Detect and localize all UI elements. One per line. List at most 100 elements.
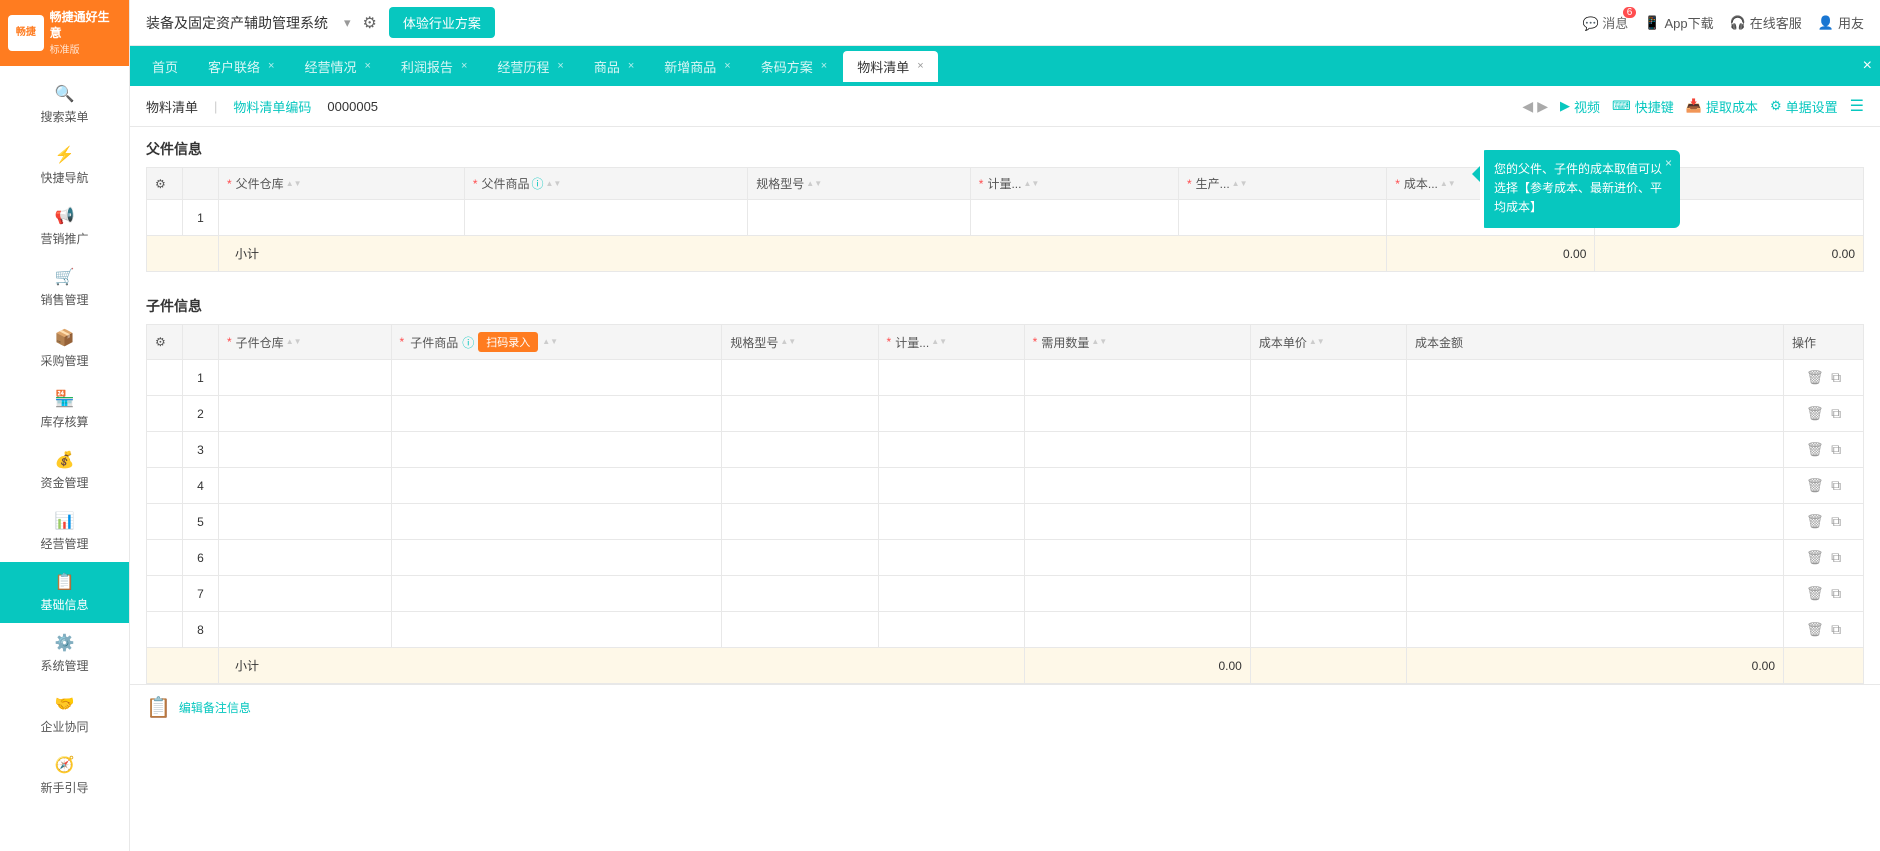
sidebar-item-label: 搜索菜单 xyxy=(40,108,88,125)
tab-customer[interactable]: 客户联络 × xyxy=(194,51,288,82)
tab-operations[interactable]: 经营情况 × xyxy=(290,51,384,82)
child-cell-warehouse-1[interactable] xyxy=(219,360,392,396)
tooltip-text: 您的父件、子件的成本取值可以选择【参考成本、最新进价、平均成本】 xyxy=(1494,162,1662,214)
sidebar-item-label: 系统管理 xyxy=(40,657,88,674)
child-col-action: 操作 xyxy=(1784,325,1864,360)
sidebar-item-guide[interactable]: 🧭 新手引导 xyxy=(0,745,129,806)
parent-cell-spec-1[interactable] xyxy=(748,200,971,236)
tab-new-product[interactable]: 新增商品 × xyxy=(650,51,744,82)
view-mode-icon[interactable]: ☰ xyxy=(1850,96,1864,116)
tab-barcode[interactable]: 条码方案 × xyxy=(747,51,841,82)
parent-cell-production-1[interactable] xyxy=(1178,200,1386,236)
delete-row-3-button[interactable]: 🗑 xyxy=(1806,441,1824,457)
close-all-tabs-button[interactable]: × xyxy=(1863,57,1872,75)
bottom-bar: 📋 编辑备注信息 xyxy=(130,684,1880,730)
child-col-warehouse: *子件仓库▲▼ xyxy=(219,325,392,360)
child-cell-unit-cost-1[interactable] xyxy=(1250,360,1406,396)
sidebar-item-operations[interactable]: 📊 经营管理 xyxy=(0,501,129,562)
online-service-button[interactable]: 🎧 在线客服 xyxy=(1730,13,1802,32)
sidebar-item-marketing[interactable]: 📢 营销推广 xyxy=(0,196,129,257)
shortcut-button[interactable]: ⌨ 快捷键 xyxy=(1612,97,1674,116)
extract-cost-button[interactable]: 📥 提取成本 xyxy=(1686,97,1758,116)
copy-row-1-button[interactable]: ⧉ xyxy=(1831,369,1841,385)
prev-record-button[interactable]: ◀ xyxy=(1522,98,1533,115)
child-col-spec: 规格型号▲▼ xyxy=(722,325,878,360)
settings-icon[interactable]: ⚙ xyxy=(363,13,377,33)
child-cell-unit-1[interactable] xyxy=(878,360,1024,396)
copy-row-2-button[interactable]: ⧉ xyxy=(1831,405,1841,421)
copy-row-8-button[interactable]: ⧉ xyxy=(1831,621,1841,637)
sidebar-item-basic-info[interactable]: 📋 基础信息 xyxy=(0,562,129,623)
breadcrumb-bom-list[interactable]: 物料清单 xyxy=(146,97,198,116)
next-record-button[interactable]: ▶ xyxy=(1537,98,1548,115)
sidebar-brand: 畅捷通好生意 xyxy=(50,10,121,41)
main-area: 装备及固定资产辅助管理系统 ▾ ⚙ 体验行业方案 💬 6 消息 📱 App下载 … xyxy=(130,0,1880,851)
app-download-button[interactable]: 📱 App下载 xyxy=(1644,13,1713,32)
sidebar-item-search[interactable]: 🔍 搜索菜单 xyxy=(0,74,129,135)
sidebar-item-quick-nav[interactable]: ⚡ 快捷导航 xyxy=(0,135,129,196)
delete-row-4-button[interactable]: 🗑 xyxy=(1806,477,1824,493)
tab-close-history[interactable]: × xyxy=(557,60,563,72)
system-title: 装备及固定资产辅助管理系统 xyxy=(146,13,328,33)
tab-history[interactable]: 经营历程 × xyxy=(483,51,577,82)
tab-close-customer[interactable]: × xyxy=(268,60,274,72)
sidebar-item-collab[interactable]: 🤝 企业协同 xyxy=(0,684,129,745)
child-cell-product-1[interactable] xyxy=(391,360,722,396)
delete-row-8-button[interactable]: 🗑 xyxy=(1806,621,1824,637)
child-cell-spec-1[interactable] xyxy=(722,360,878,396)
single-settings-button[interactable]: ⚙ 单据设置 xyxy=(1770,97,1838,116)
child-col-settings[interactable]: ⚙ xyxy=(147,325,183,360)
tab-home[interactable]: 首页 xyxy=(138,51,192,82)
sidebar-item-system[interactable]: ⚙️ 系统管理 xyxy=(0,623,129,684)
tab-profit[interactable]: 利润报告 × xyxy=(387,51,481,82)
sidebar-item-label: 快捷导航 xyxy=(40,169,88,186)
tab-bar: 首页 客户联络 × 经营情况 × 利润报告 × 经营历程 × 商品 × 新增商品… xyxy=(130,46,1880,86)
tab-close-profit[interactable]: × xyxy=(461,60,467,72)
sidebar-item-purchase[interactable]: 📦 采购管理 xyxy=(0,318,129,379)
delete-row-6-button[interactable]: 🗑 xyxy=(1806,549,1824,565)
delete-row-7-button[interactable]: 🗑 xyxy=(1806,585,1824,601)
parent-col-settings[interactable]: ⚙ xyxy=(147,168,183,200)
user-menu[interactable]: 👤 用友 xyxy=(1818,13,1864,32)
sidebar-item-inventory[interactable]: 🏪 库存核算 xyxy=(0,379,129,440)
keyboard-icon: ⌨ xyxy=(1612,98,1631,114)
parent-col-product: *父件商品ⓘ▲▼ xyxy=(464,168,747,200)
delete-row-1-button[interactable]: 🗑 xyxy=(1806,369,1824,385)
parent-cell-warehouse-1[interactable] xyxy=(219,200,465,236)
sidebar-nav: 🔍 搜索菜单 ⚡ 快捷导航 📢 营销推广 🛒 销售管理 📦 采购管理 🏪 库存核… xyxy=(0,66,129,851)
collab-icon: 🤝 xyxy=(55,694,75,714)
sidebar-item-label: 销售管理 xyxy=(40,291,88,308)
delete-row-2-button[interactable]: 🗑 xyxy=(1806,405,1824,421)
inventory-icon: 🏪 xyxy=(55,389,75,409)
parent-cell-unit-1[interactable] xyxy=(970,200,1178,236)
copy-row-5-button[interactable]: ⧉ xyxy=(1831,513,1841,529)
copy-row-6-button[interactable]: ⧉ xyxy=(1831,549,1841,565)
child-cell-cost-amount-1 xyxy=(1407,360,1784,396)
tab-bom[interactable]: 物料清单 × xyxy=(843,51,937,82)
copy-row-3-button[interactable]: ⧉ xyxy=(1831,441,1841,457)
sidebar-item-label: 新手引导 xyxy=(40,779,88,796)
sidebar-item-sales[interactable]: 🛒 销售管理 xyxy=(0,257,129,318)
tab-close-bom[interactable]: × xyxy=(917,60,923,72)
system-icon: ⚙️ xyxy=(55,633,75,653)
tab-close-new-product[interactable]: × xyxy=(724,60,730,72)
trial-button[interactable]: 体验行业方案 xyxy=(389,7,495,38)
sidebar-item-finance[interactable]: 💰 资金管理 xyxy=(0,440,129,501)
message-button[interactable]: 💬 6 消息 xyxy=(1582,13,1628,32)
copy-row-7-button[interactable]: ⧉ xyxy=(1831,585,1841,601)
guide-icon: 🧭 xyxy=(55,755,75,775)
phone-icon: 📱 xyxy=(1644,15,1660,31)
tab-close-products[interactable]: × xyxy=(628,60,634,72)
copy-row-4-button[interactable]: ⧉ xyxy=(1831,477,1841,493)
notes-label[interactable]: 编辑备注信息 xyxy=(179,699,251,716)
sidebar-item-label: 基础信息 xyxy=(40,596,88,613)
child-cell-quantity-1[interactable] xyxy=(1024,360,1250,396)
tooltip-close-button[interactable]: × xyxy=(1665,154,1672,173)
delete-row-5-button[interactable]: 🗑 xyxy=(1806,513,1824,529)
tab-close-operations[interactable]: × xyxy=(364,60,370,72)
view-video-button[interactable]: ▶ 视频 xyxy=(1560,97,1600,116)
tab-close-barcode[interactable]: × xyxy=(821,60,827,72)
scan-input-button[interactable]: 扫码录入 xyxy=(478,332,538,352)
parent-cell-product-1[interactable] xyxy=(464,200,747,236)
tab-products[interactable]: 商品 × xyxy=(580,51,648,82)
